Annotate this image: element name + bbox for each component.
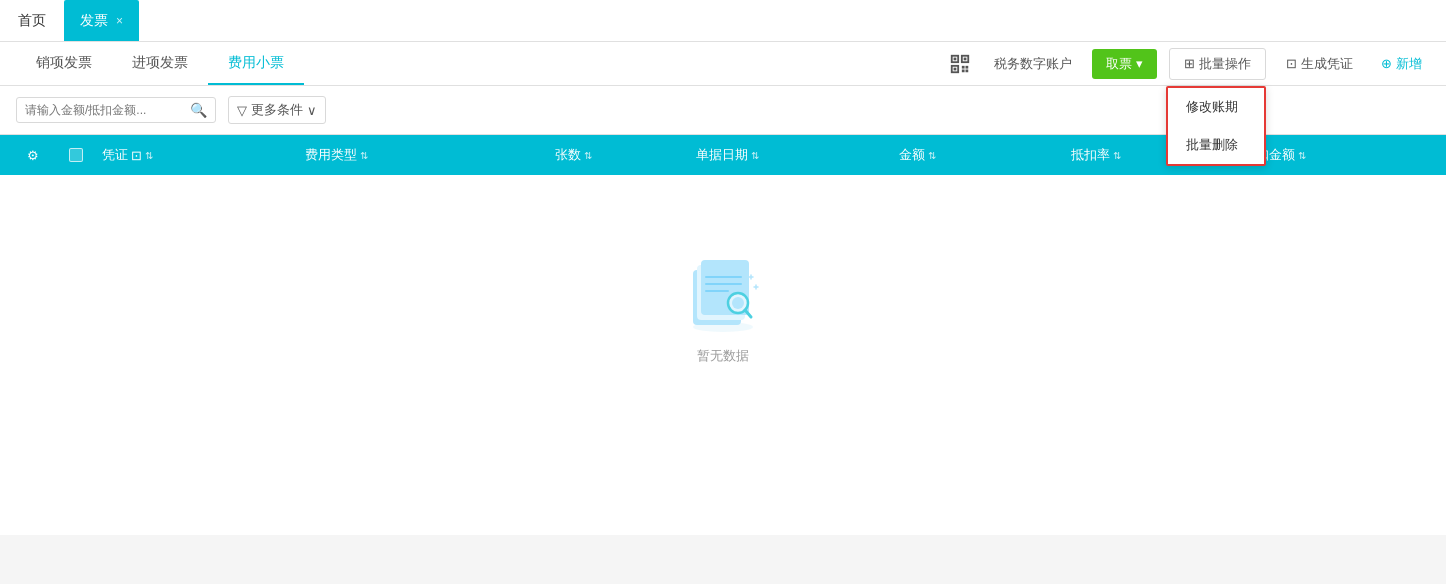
batch-op-wrap: ⊞ 批量操作 修改账期 批量删除 (1169, 48, 1266, 80)
generate-voucher-label: 生成凭证 (1301, 55, 1353, 73)
th-deduction-amount-sort-icon[interactable]: ⇅ (1298, 152, 1306, 159)
svg-rect-5 (954, 67, 957, 70)
th-date: 单据日期 ⇅ (688, 146, 891, 164)
batch-icon: ⊞ (1184, 56, 1195, 71)
sub-nav-actions: 税务数字账户 取票 ▾ ⊞ 批量操作 修改账期 批量删除 ⊡ 生成凭证 ⊕ 新增 (946, 42, 1430, 85)
home-tab[interactable]: 首页 (0, 0, 64, 41)
gear-icon[interactable]: ⚙ (27, 148, 39, 163)
svg-rect-10 (966, 69, 969, 72)
content-area: ⚙ 凭证 ⊡ ⇅ 费用类型 ⇅ 张数 ⇅ 单据日期 ⇅ 金额 ⇅ 抵扣率 ⇅ (0, 135, 1446, 535)
take-ticket-button[interactable]: 取票 ▾ (1092, 49, 1157, 79)
more-conditions-button[interactable]: ▽ 更多条件 ∨ (228, 96, 326, 124)
th-voucher-label: 凭证 (102, 146, 128, 164)
th-date-label: 单据日期 (696, 146, 748, 164)
th-expense-type: 费用类型 ⇅ (297, 146, 547, 164)
th-amount-sort-icon[interactable]: ⇅ (928, 152, 936, 159)
th-voucher-sort-icon[interactable]: ⇅ (145, 152, 153, 159)
th-expense-type-sort-icon[interactable]: ⇅ (360, 152, 368, 159)
th-count-sort-icon[interactable]: ⇅ (584, 152, 592, 159)
th-amount: 金额 ⇅ (891, 146, 1063, 164)
invoice-tab-label: 发票 (80, 12, 108, 30)
generate-voucher-button[interactable]: ⊡ 生成凭证 (1278, 49, 1361, 79)
batch-delete-item[interactable]: 批量删除 (1168, 126, 1264, 164)
close-icon[interactable]: × (116, 14, 123, 28)
th-voucher: 凭证 ⊡ ⇅ (94, 146, 297, 164)
svg-rect-9 (962, 69, 965, 72)
plus-icon: ⊕ (1381, 56, 1392, 71)
batch-op-label: 批量操作 (1199, 55, 1251, 73)
modify-period-item[interactable]: 修改账期 (1168, 88, 1264, 126)
qr-code-button[interactable] (946, 50, 974, 78)
batch-op-button[interactable]: ⊞ 批量操作 (1169, 48, 1266, 80)
more-conditions-label: 更多条件 (251, 101, 303, 119)
search-input[interactable] (25, 103, 190, 117)
sub-nav: 销项发票 进项发票 费用小票 税务数字账户 (0, 42, 1446, 86)
empty-text: 暂无数据 (697, 347, 749, 365)
chevron-down-icon: ▾ (1136, 56, 1143, 71)
th-date-sort-icon[interactable]: ⇅ (751, 152, 759, 159)
take-ticket-label: 取票 (1106, 55, 1132, 73)
top-nav: 首页 发票 × (0, 0, 1446, 42)
tab-purchase-invoice[interactable]: 进项发票 (112, 42, 208, 85)
th-count-label: 张数 (555, 146, 581, 164)
add-button[interactable]: ⊕ 新增 (1373, 49, 1430, 79)
th-expense-type-label: 费用类型 (305, 146, 357, 164)
add-label: 新增 (1396, 55, 1422, 73)
invoice-tab[interactable]: 发票 × (64, 0, 139, 41)
search-icon[interactable]: 🔍 (190, 102, 207, 118)
search-wrap: 🔍 (16, 97, 216, 123)
voucher-icon: ⊡ (1286, 56, 1297, 71)
tab-expense-receipt[interactable]: 费用小票 (208, 42, 304, 85)
th-deduction-rate-label: 抵扣率 (1071, 146, 1110, 164)
svg-rect-7 (962, 65, 965, 68)
tax-account-button[interactable]: 税务数字账户 (986, 51, 1080, 77)
th-count: 张数 ⇅ (547, 146, 688, 164)
filter-icon: ▽ (237, 103, 247, 118)
tab-sales-invoice[interactable]: 销项发票 (16, 42, 112, 85)
th-amount-label: 金额 (899, 146, 925, 164)
select-all-checkbox[interactable] (69, 148, 83, 162)
th-checkbox[interactable] (58, 148, 94, 162)
empty-state: 暂无数据 (0, 175, 1446, 405)
svg-rect-4 (964, 57, 967, 60)
empty-illustration (673, 255, 773, 335)
svg-point-19 (732, 297, 744, 309)
th-deduction-rate-sort-icon[interactable]: ⇅ (1113, 152, 1121, 159)
svg-rect-8 (966, 65, 969, 68)
th-settings[interactable]: ⚙ (8, 148, 58, 163)
chevron-down-icon: ∨ (307, 103, 317, 118)
batch-op-dropdown: 修改账期 批量删除 (1166, 86, 1266, 166)
sub-nav-tabs: 销项发票 进项发票 费用小票 (16, 42, 304, 85)
svg-rect-3 (954, 57, 957, 60)
th-voucher-filter-icon[interactable]: ⊡ (131, 148, 142, 163)
